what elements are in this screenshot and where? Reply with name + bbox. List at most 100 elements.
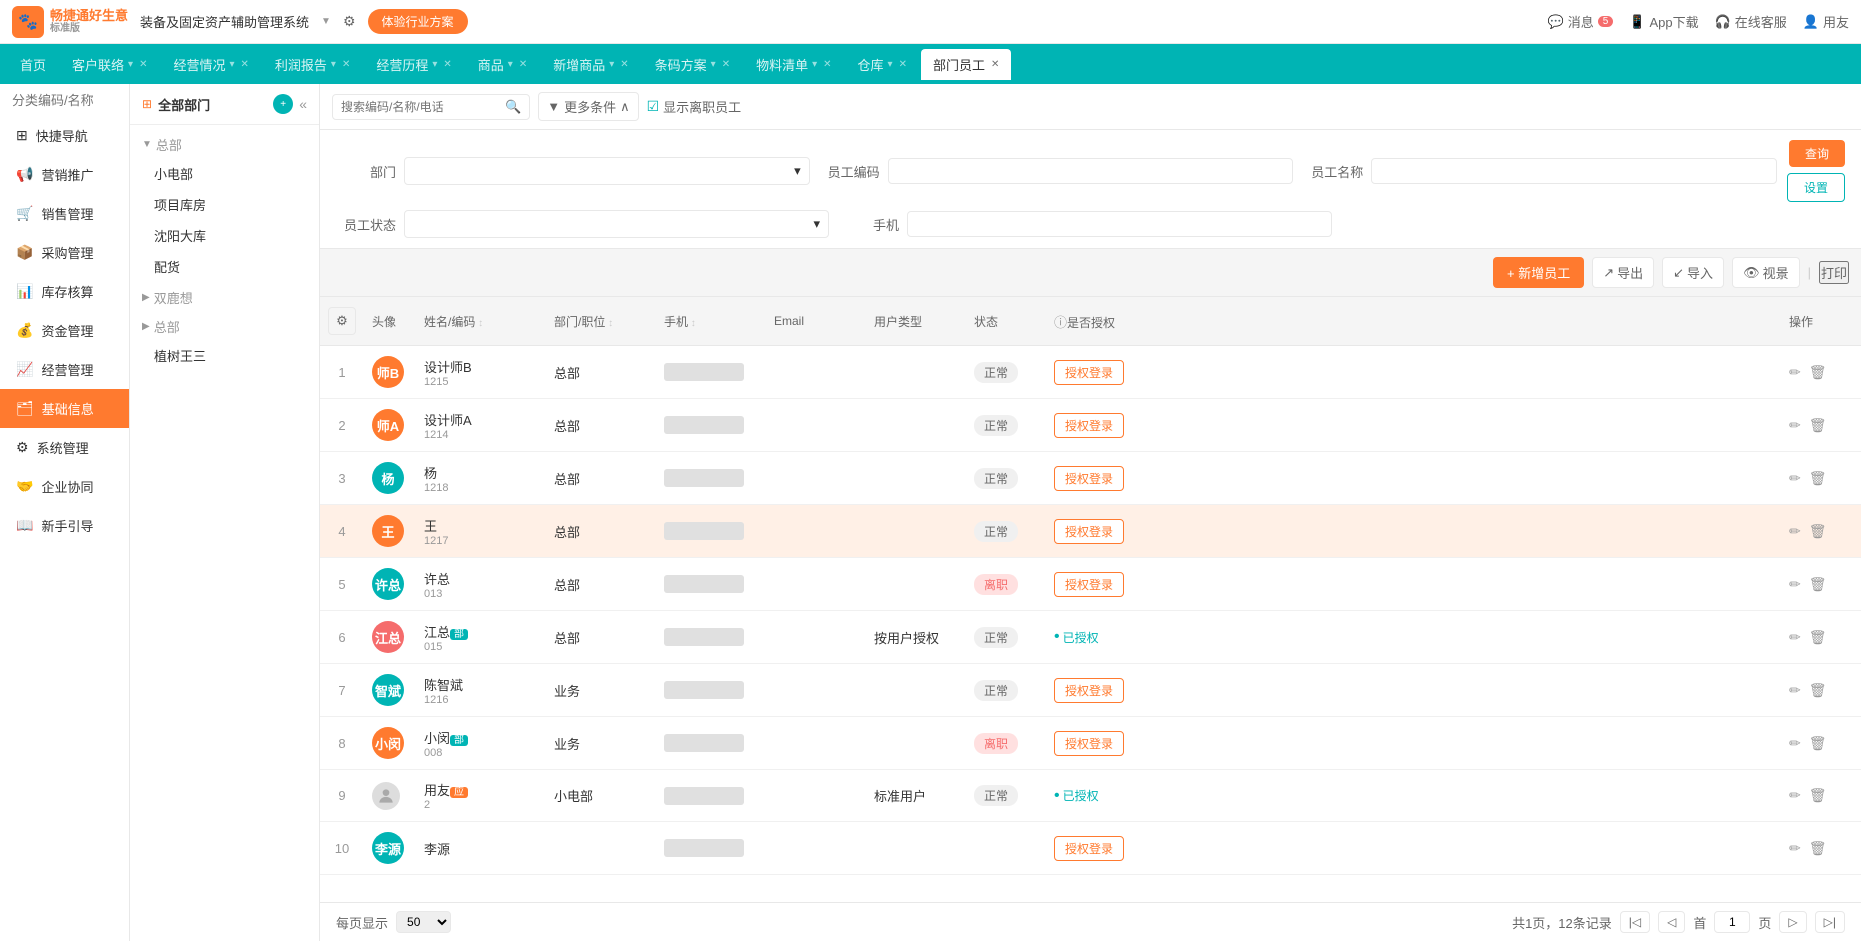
dept-select[interactable]: ▾ [404,157,810,185]
empname-input[interactable] [1371,158,1777,184]
edit-button[interactable]: ✏ [1789,682,1801,699]
show-resigned-toggle[interactable]: ☑ 显示离职员工 [647,97,742,116]
auth-button[interactable]: 授权登录 [1054,519,1124,544]
phone-input[interactable] [907,211,1332,237]
dept-node-xiangmu[interactable]: 项目库房 [130,189,319,220]
close-icon[interactable]: ✕ [519,59,527,70]
close-icon[interactable]: ✕ [443,59,451,70]
tab-bom[interactable]: 物料清单▾✕ [744,49,843,80]
tab-history[interactable]: 经营历程▾✕ [364,49,463,80]
first-page-button[interactable]: |◁ [1620,911,1650,933]
dept-add-icon[interactable]: + [273,94,293,114]
dept-node-shenyang[interactable]: 沈阳大库 [130,220,319,251]
user-menu[interactable]: 👤 用友 [1803,12,1849,31]
sidebar-item-quick-nav[interactable]: ⊞ 快捷导航 [0,116,129,155]
query-button[interactable]: 查询 [1789,140,1845,167]
dept-node-xiaodian[interactable]: 小电部 [130,158,319,189]
sidebar-item-system[interactable]: ⚙ 系统管理 [0,428,129,467]
print-button[interactable]: 打印 [1819,261,1849,284]
auth-button[interactable]: 授权登录 [1054,836,1124,861]
per-page-select[interactable]: 50 100 200 [396,911,451,933]
col-dept[interactable]: 部门/职位 [546,297,656,346]
sidebar-item-sales[interactable]: 🛒 销售管理 [0,194,129,233]
auth-button[interactable]: 授权登录 [1054,572,1124,597]
close-icon[interactable]: ✕ [342,59,350,70]
delete-button[interactable]: 🗑 [1809,364,1827,381]
auth-button[interactable]: 授权登录 [1054,413,1124,438]
edit-button[interactable]: ✏ [1789,417,1801,434]
tab-employee[interactable]: 部门员工✕ [921,49,1011,80]
trial-button[interactable]: 体验行业方案 [368,9,468,34]
close-icon[interactable]: ✕ [722,59,730,70]
delete-button[interactable]: 🗑 [1809,523,1827,540]
last-page-button[interactable]: ▷| [1815,911,1845,933]
search-input[interactable] [341,100,501,114]
import-button[interactable]: ↙ 导入 [1662,257,1724,288]
tab-product[interactable]: 商品▾✕ [466,49,539,80]
auth-button[interactable]: 授权登录 [1054,360,1124,385]
delete-button[interactable]: 🗑 [1809,417,1827,434]
message-button[interactable]: 💬 消息 5 [1548,12,1614,31]
sidebar-item-inventory[interactable]: 📊 库存核算 [0,272,129,311]
empcode-input[interactable] [888,158,1294,184]
sidebar-item-guide[interactable]: 📖 新手引导 [0,506,129,545]
sidebar-item-purchase[interactable]: 📦 采购管理 [0,233,129,272]
tab-home[interactable]: 首页 [8,49,58,80]
sidebar-item-finance[interactable]: 💰 资金管理 [0,311,129,350]
close-icon[interactable]: ✕ [620,59,628,70]
gear-icon[interactable]: ⚙ [343,13,356,30]
more-filter-button[interactable]: ▼ 更多条件 ∧ [538,92,638,121]
table-settings-icon[interactable]: ⚙ [328,307,356,335]
auth-button[interactable]: 授权登录 [1054,731,1124,756]
close-icon[interactable]: ✕ [241,59,249,70]
edit-button[interactable]: ✏ [1789,576,1801,593]
dept-node-peihuo[interactable]: 配货 [130,251,319,282]
page-number-input[interactable] [1714,911,1750,933]
close-icon[interactable]: ✕ [991,59,999,70]
delete-button[interactable]: 🗑 [1809,470,1827,487]
view-button[interactable]: 👁 视景 [1732,257,1800,288]
edit-button[interactable]: ✏ [1789,470,1801,487]
delete-button[interactable]: 🗑 [1809,840,1827,857]
add-employee-button[interactable]: + 新增员工 [1493,257,1584,288]
delete-button[interactable]: 🗑 [1809,682,1827,699]
edit-button[interactable]: ✏ [1789,364,1801,381]
dept-group-zongbu[interactable]: ▼ 总部 [130,129,319,158]
dept-node-zhishu[interactable]: 植树王三 [130,340,319,371]
set-button[interactable]: 设置 [1787,173,1845,202]
online-service-button[interactable]: 🎧 在线客服 [1715,12,1787,31]
empstatus-select[interactable]: ▾ [404,210,829,238]
sidebar-search-input[interactable] [12,93,130,108]
search-box[interactable]: 🔍 [332,94,530,120]
prev-page-button[interactable]: ◁ [1658,911,1685,933]
sidebar-item-operation[interactable]: 📈 经营管理 [0,350,129,389]
dept-group-shuangluxiang[interactable]: ▶ 双鹿想 [130,282,319,311]
next-page-button[interactable]: ▷ [1779,911,1806,933]
tab-warehouse[interactable]: 仓库▾✕ [846,49,919,80]
close-icon[interactable]: ✕ [823,59,831,70]
app-download-button[interactable]: 📱 App下载 [1629,12,1698,31]
edit-button[interactable]: ✏ [1789,735,1801,752]
dept-group-zongbu2[interactable]: ▶ 总部 [130,311,319,340]
delete-button[interactable]: 🗑 [1809,787,1827,804]
auth-button[interactable]: 授权登录 [1054,678,1124,703]
edit-button[interactable]: ✏ [1789,787,1801,804]
col-name[interactable]: 姓名/编码 [416,297,546,346]
tab-new-product[interactable]: 新增商品▾✕ [541,49,640,80]
edit-button[interactable]: ✏ [1789,629,1801,646]
edit-button[interactable]: ✏ [1789,523,1801,540]
sidebar-item-enterprise[interactable]: 🤝 企业协同 [0,467,129,506]
sidebar-item-basic[interactable]: 🗂 基础信息 [0,389,129,428]
close-icon[interactable]: ✕ [899,59,907,70]
edit-button[interactable]: ✏ [1789,840,1801,857]
delete-button[interactable]: 🗑 [1809,576,1827,593]
system-dropdown-arrow[interactable]: ▼ [321,16,331,27]
auth-button[interactable]: 授权登录 [1054,466,1124,491]
dept-collapse-icon[interactable]: « [299,96,307,112]
tab-profit[interactable]: 利润报告▾✕ [263,49,362,80]
close-icon[interactable]: ✕ [139,59,147,70]
col-settings[interactable]: ⚙ [320,297,364,346]
delete-button[interactable]: 🗑 [1809,629,1827,646]
tab-operation[interactable]: 经营情况▾✕ [161,49,260,80]
export-button[interactable]: ↗ 导出 [1592,257,1654,288]
